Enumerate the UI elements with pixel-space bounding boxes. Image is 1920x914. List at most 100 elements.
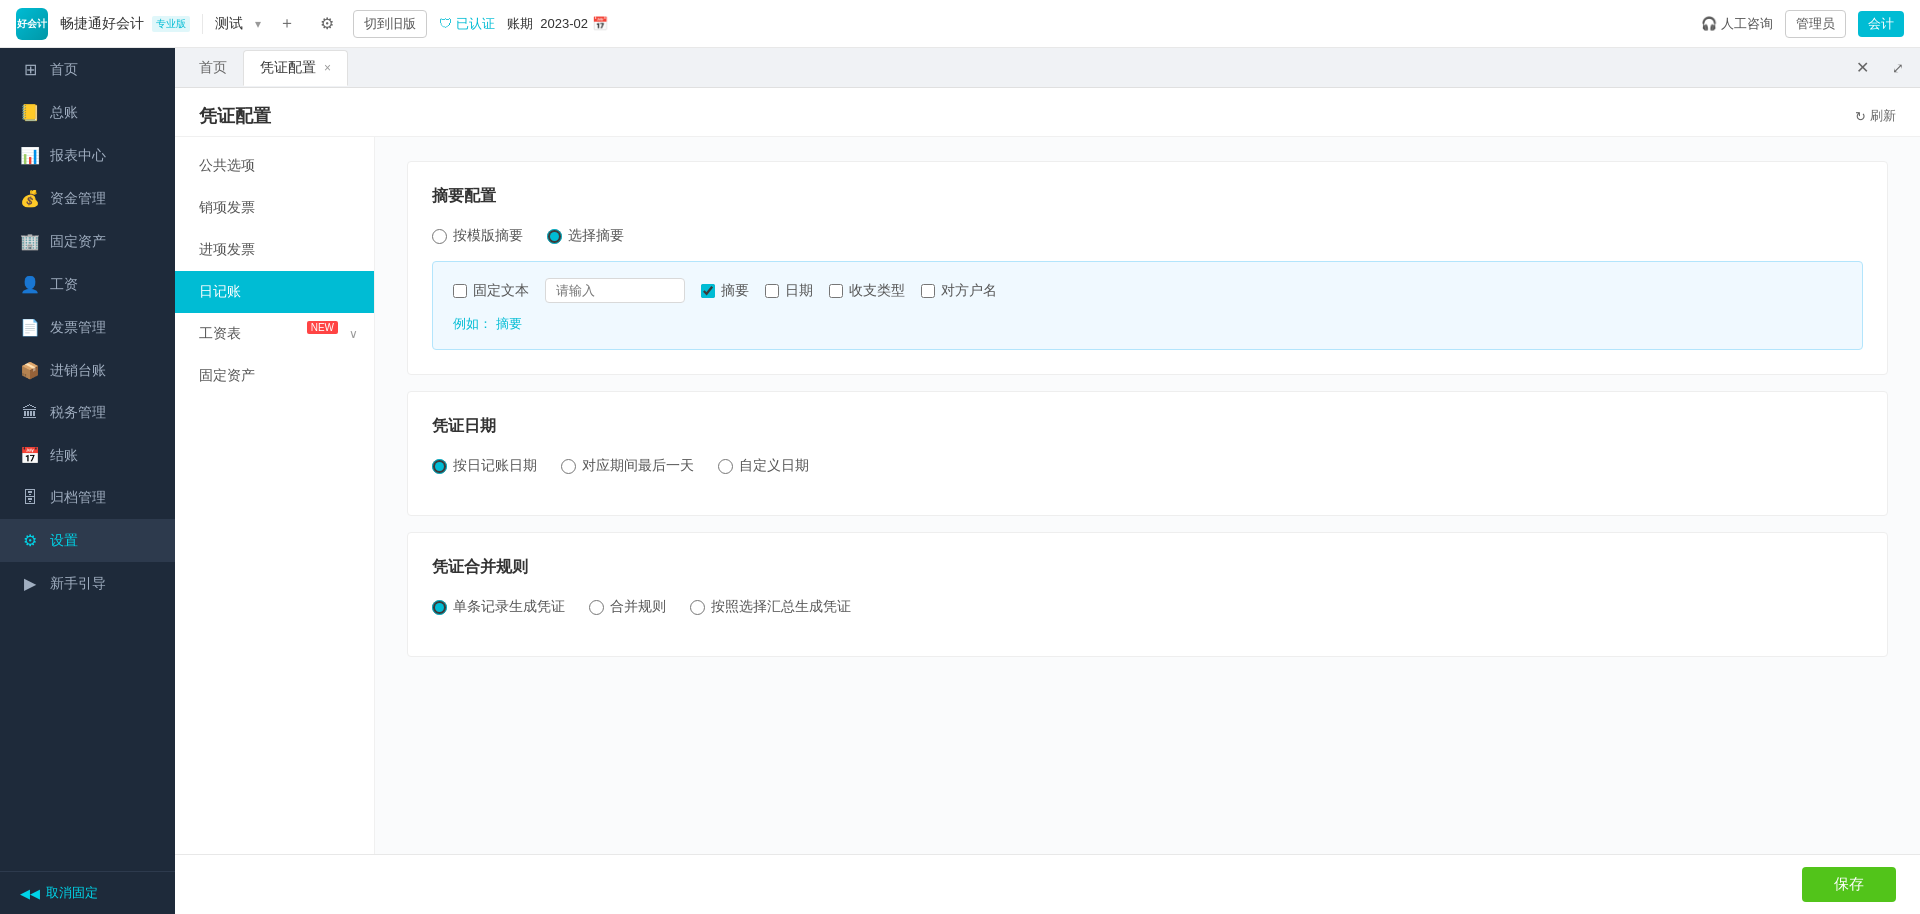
tab-bar-actions: ✕ ⤢ xyxy=(1848,54,1912,82)
consult-button[interactable]: 🎧 人工咨询 xyxy=(1701,15,1773,33)
left-nav: 公共选项 销项发票 进项发票 日记账 工资表 NEW ∨ xyxy=(175,137,375,854)
date-checkbox[interactable] xyxy=(765,284,779,298)
summary-generate-option[interactable]: 按照选择汇总生成凭证 xyxy=(690,598,851,616)
merge-rule-radio[interactable] xyxy=(589,600,604,615)
summary-options-row: 固定文本 摘要 日期 xyxy=(453,278,1842,303)
last-day-option[interactable]: 对应期间最后一天 xyxy=(561,457,694,475)
window-close-button[interactable]: ✕ xyxy=(1848,54,1876,82)
nav-journal[interactable]: 日记账 xyxy=(175,271,374,313)
sidebar-item-settings[interactable]: ⚙ 设置 xyxy=(0,519,175,562)
sidebar-item-label: 结账 xyxy=(50,447,78,465)
verified-label: 已认证 xyxy=(456,15,495,33)
period-info: 账期 2023-02 📅 xyxy=(507,15,608,33)
save-button[interactable]: 保存 xyxy=(1802,867,1896,902)
sidebar-item-invoice[interactable]: 📄 发票管理 xyxy=(0,306,175,349)
sidebar-item-home[interactable]: ⊞ 首页 xyxy=(0,48,175,91)
summary-option[interactable]: 摘要 xyxy=(701,282,749,300)
sidebar-item-fixed-assets[interactable]: 🏢 固定资产 xyxy=(0,220,175,263)
sidebar-item-purchase-sale[interactable]: 📦 进销台账 xyxy=(0,349,175,392)
cancel-pin-button[interactable]: ◀◀ 取消固定 xyxy=(0,871,175,914)
journal-date-radio[interactable] xyxy=(432,459,447,474)
sidebar-item-close[interactable]: 📅 结账 xyxy=(0,434,175,477)
single-record-radio[interactable] xyxy=(432,600,447,615)
custom-date-option[interactable]: 自定义日期 xyxy=(718,457,809,475)
close-account-icon: 📅 xyxy=(20,446,40,465)
single-record-label: 单条记录生成凭证 xyxy=(453,598,565,616)
nav-public[interactable]: 公共选项 xyxy=(175,145,374,187)
nav-sales-invoice[interactable]: 销项发票 xyxy=(175,187,374,229)
nav-purchase-invoice[interactable]: 进项发票 xyxy=(175,229,374,271)
single-record-option[interactable]: 单条记录生成凭证 xyxy=(432,598,565,616)
sidebar-item-archive[interactable]: 🗄 归档管理 xyxy=(0,477,175,519)
journal-date-option[interactable]: 按日记账日期 xyxy=(432,457,537,475)
income-type-checkbox[interactable] xyxy=(829,284,843,298)
company-info: 畅捷通好会计 专业版 xyxy=(60,15,190,33)
sidebar-item-reports[interactable]: 📊 报表中心 xyxy=(0,134,175,177)
page-title: 凭证配置 xyxy=(199,104,271,128)
template-summary-option[interactable]: 按模版摘要 xyxy=(432,227,523,245)
fixed-text-option[interactable]: 固定文本 xyxy=(453,282,529,300)
select-summary-label: 选择摘要 xyxy=(568,227,624,245)
template-summary-radio[interactable] xyxy=(432,229,447,244)
sidebar-item-label: 税务管理 xyxy=(50,404,106,422)
tab-home[interactable]: 首页 xyxy=(183,50,243,86)
app-logo: 好会计 xyxy=(16,8,48,40)
content-area: 首页 凭证配置 × ✕ ⤢ 凭证配置 ↻ 刷新 xyxy=(175,48,1920,914)
accountant-button[interactable]: 会计 xyxy=(1858,11,1904,37)
nav-sales-invoice-label: 销项发票 xyxy=(199,199,255,215)
date-option[interactable]: 日期 xyxy=(765,282,813,300)
journal-date-label: 按日记账日期 xyxy=(453,457,537,475)
sidebar-item-tax[interactable]: 🏛 税务管理 xyxy=(0,392,175,434)
income-type-label: 收支类型 xyxy=(849,282,905,300)
merge-rule-option[interactable]: 合并规则 xyxy=(589,598,666,616)
expand-arrow-icon: ∨ xyxy=(349,327,358,341)
separator xyxy=(202,14,203,34)
tab-close-icon[interactable]: × xyxy=(324,61,331,75)
old-version-button[interactable]: 切到旧版 xyxy=(353,10,427,38)
summary-sub-box: 固定文本 摘要 日期 xyxy=(432,261,1863,350)
project-name: 测试 xyxy=(215,15,243,33)
sidebar-item-label: 总账 xyxy=(50,104,78,122)
topbar-right: 🎧 人工咨询 管理员 会计 xyxy=(1701,10,1904,38)
settings-icon[interactable]: ⚙ xyxy=(313,10,341,38)
template-summary-label: 按模版摘要 xyxy=(453,227,523,245)
page-content: 凭证配置 ↻ 刷新 公共选项 销项发票 进项发票 xyxy=(175,88,1920,914)
sidebar-item-capital[interactable]: 💰 资金管理 xyxy=(0,177,175,220)
fixed-text-input[interactable] xyxy=(545,278,685,303)
counterpart-option[interactable]: 对方户名 xyxy=(921,282,997,300)
page-footer: 保存 xyxy=(175,854,1920,914)
sidebar-item-guide[interactable]: ▶ 新手引导 xyxy=(0,562,175,605)
example-text: 例如： 摘要 xyxy=(453,315,1842,333)
custom-date-radio[interactable] xyxy=(718,459,733,474)
headset-icon: 🎧 xyxy=(1701,16,1717,31)
select-summary-option[interactable]: 选择摘要 xyxy=(547,227,624,245)
nav-fixed-assets[interactable]: 固定资产 xyxy=(175,355,374,397)
user-button[interactable]: 管理员 xyxy=(1785,10,1846,38)
add-button[interactable]: ＋ xyxy=(273,10,301,38)
summary-label: 摘要 xyxy=(721,282,749,300)
counterpart-checkbox[interactable] xyxy=(921,284,935,298)
sidebar-item-label: 发票管理 xyxy=(50,319,106,337)
tab-voucher-config[interactable]: 凭证配置 × xyxy=(243,50,348,86)
sidebar: ⊞ 首页 📒 总账 📊 报表中心 💰 资金管理 🏢 固定资产 👤 工资 📄 发票… xyxy=(0,48,175,914)
summary-generate-radio[interactable] xyxy=(690,600,705,615)
merge-section: 凭证合并规则 单条记录生成凭证 合并规则 xyxy=(407,532,1888,657)
sidebar-item-ledger[interactable]: 📒 总账 xyxy=(0,91,175,134)
fixed-text-checkbox[interactable] xyxy=(453,284,467,298)
sidebar-item-label: 报表中心 xyxy=(50,147,106,165)
ledger-icon: 📒 xyxy=(20,103,40,122)
sidebar-item-salary[interactable]: 👤 工资 xyxy=(0,263,175,306)
refresh-icon: ↻ xyxy=(1855,109,1866,124)
income-type-option[interactable]: 收支类型 xyxy=(829,282,905,300)
example-prefix: 例如： xyxy=(453,316,492,331)
project-dropdown-icon[interactable]: ▾ xyxy=(255,17,261,31)
select-summary-radio[interactable] xyxy=(547,229,562,244)
tab-voucher-label: 凭证配置 xyxy=(260,59,316,77)
last-day-radio[interactable] xyxy=(561,459,576,474)
nav-salary-table[interactable]: 工资表 NEW ∨ xyxy=(175,313,374,355)
last-day-label: 对应期间最后一天 xyxy=(582,457,694,475)
refresh-button[interactable]: ↻ 刷新 xyxy=(1855,107,1896,125)
summary-generate-label: 按照选择汇总生成凭证 xyxy=(711,598,851,616)
summary-checkbox[interactable] xyxy=(701,284,715,298)
window-expand-button[interactable]: ⤢ xyxy=(1884,54,1912,82)
